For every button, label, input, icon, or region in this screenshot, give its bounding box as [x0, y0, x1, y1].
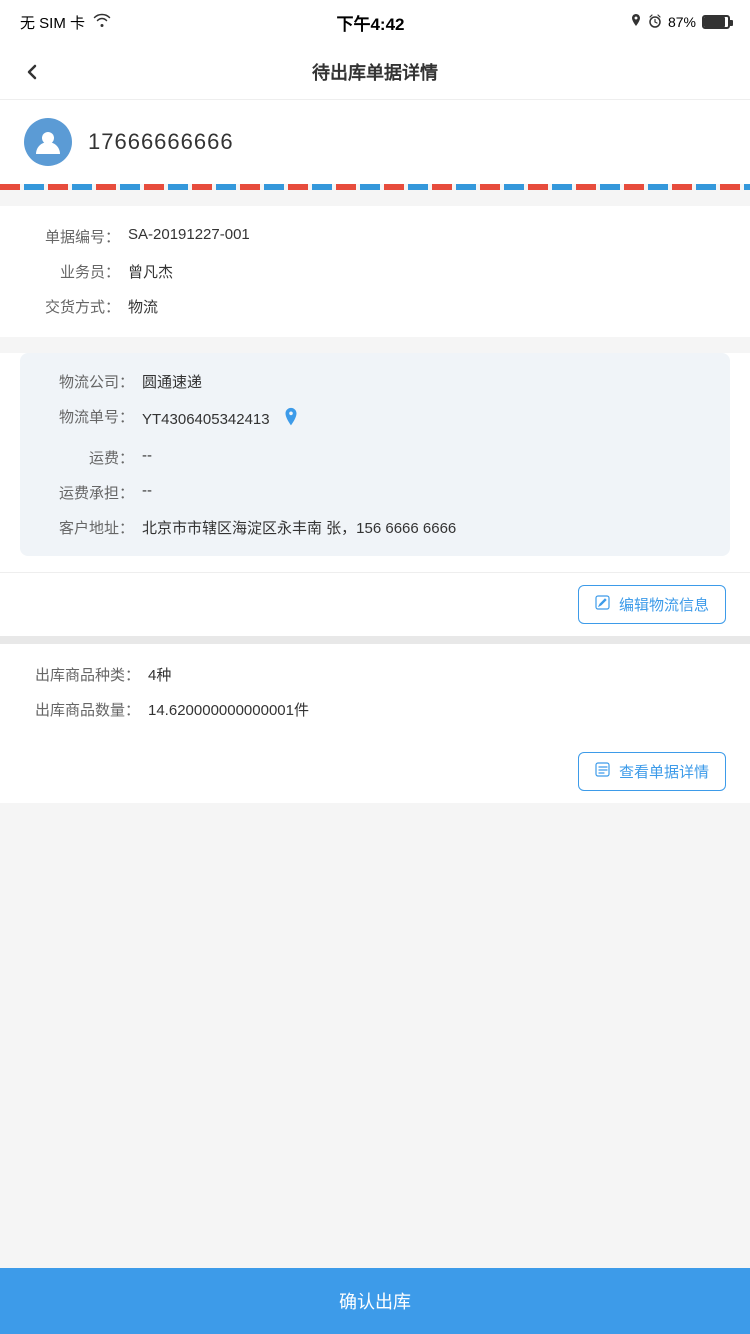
status-time: 下午4:42 — [336, 10, 404, 35]
view-details-row: 查看单据详情 — [0, 740, 750, 803]
freight-row: 运费： -- — [44, 447, 706, 468]
freight-bear-value: -- — [142, 482, 706, 499]
products-type-label: 出库商品种类： — [30, 664, 140, 685]
logistics-tracking-value: YT4306405342413 — [142, 406, 706, 433]
location-status-icon — [630, 14, 642, 31]
confirm-outbound-button[interactable]: 确认出库 — [0, 1284, 750, 1318]
contact-phone: 17666666666 — [88, 129, 234, 155]
products-type-row: 出库商品种类： 4种 — [30, 664, 720, 685]
tracking-number: YT4306405342413 — [142, 411, 270, 428]
logistics-tracking-row: 物流单号： YT4306405342413 — [44, 406, 706, 433]
dashed-divider — [0, 184, 750, 190]
back-button[interactable] — [20, 60, 44, 84]
freight-bear-row: 运费承担： -- — [44, 482, 706, 503]
salesperson-label: 业务员： — [30, 261, 120, 282]
logistics-section: 物流公司： 圆通速递 物流单号： YT4306405342413 运费： -- … — [20, 353, 730, 556]
status-right: 87% — [630, 14, 730, 31]
battery-icon — [702, 15, 730, 29]
logistics-company-value: 圆通速递 — [142, 371, 706, 392]
delivery-method-row: 交货方式： 物流 — [30, 296, 720, 317]
edit-logistics-label: 编辑物流信息 — [619, 594, 709, 615]
edit-icon — [595, 595, 611, 615]
content-spacer — [0, 803, 750, 1003]
products-section: 出库商品种类： 4种 出库商品数量： 14.620000000000001件 — [0, 644, 750, 740]
products-type-value: 4种 — [148, 664, 171, 685]
logistics-company-label: 物流公司： — [44, 371, 134, 392]
carrier-text: 无 SIM 卡 — [20, 12, 85, 33]
products-quantity-row: 出库商品数量： 14.620000000000001件 — [30, 699, 720, 720]
logistics-company-row: 物流公司： 圆通速递 — [44, 371, 706, 392]
view-details-label: 查看单据详情 — [619, 761, 709, 782]
freight-bear-label: 运费承担： — [44, 482, 134, 503]
document-number-label: 单据编号： — [30, 226, 120, 247]
logistics-tracking-label: 物流单号： — [44, 406, 134, 427]
contact-header: 17666666666 — [0, 100, 750, 184]
edit-logistics-button[interactable]: 编辑物流信息 — [578, 585, 726, 624]
freight-label: 运费： — [44, 447, 134, 468]
wifi-icon — [93, 13, 111, 31]
alarm-icon — [648, 14, 662, 31]
list-icon — [595, 762, 611, 782]
nav-bar: 待出库单据详情 — [0, 44, 750, 100]
address-label: 客户地址： — [44, 517, 134, 538]
section-separator — [0, 636, 750, 644]
address-value: 北京市市辖区海淀区永丰南 张，156 6666 6666 — [142, 517, 706, 538]
products-quantity-value: 14.620000000000001件 — [148, 699, 309, 720]
salesperson-value: 曾凡杰 — [128, 261, 720, 282]
status-bar: 无 SIM 卡 下午4:42 87% — [0, 0, 750, 44]
battery-percentage: 87% — [668, 14, 696, 30]
page-title: 待出库单据详情 — [312, 59, 438, 85]
document-number-row: 单据编号： SA-20191227-001 — [30, 226, 720, 247]
status-left: 无 SIM 卡 — [20, 12, 111, 33]
confirm-button-container: 确认出库 — [0, 1268, 750, 1334]
delivery-method-value: 物流 — [128, 296, 720, 317]
view-details-button[interactable]: 查看单据详情 — [578, 752, 726, 791]
edit-logistics-row: 编辑物流信息 — [0, 572, 750, 636]
delivery-method-label: 交货方式： — [30, 296, 120, 317]
basic-info-section: 单据编号： SA-20191227-001 业务员： 曾凡杰 交货方式： 物流 — [0, 206, 750, 337]
avatar — [24, 118, 72, 166]
products-quantity-label: 出库商品数量： — [30, 699, 140, 720]
document-number-value: SA-20191227-001 — [128, 226, 720, 243]
salesperson-row: 业务员： 曾凡杰 — [30, 261, 720, 282]
map-pin-icon[interactable] — [280, 406, 302, 433]
address-row: 客户地址： 北京市市辖区海淀区永丰南 张，156 6666 6666 — [44, 517, 706, 538]
freight-value: -- — [142, 447, 706, 464]
